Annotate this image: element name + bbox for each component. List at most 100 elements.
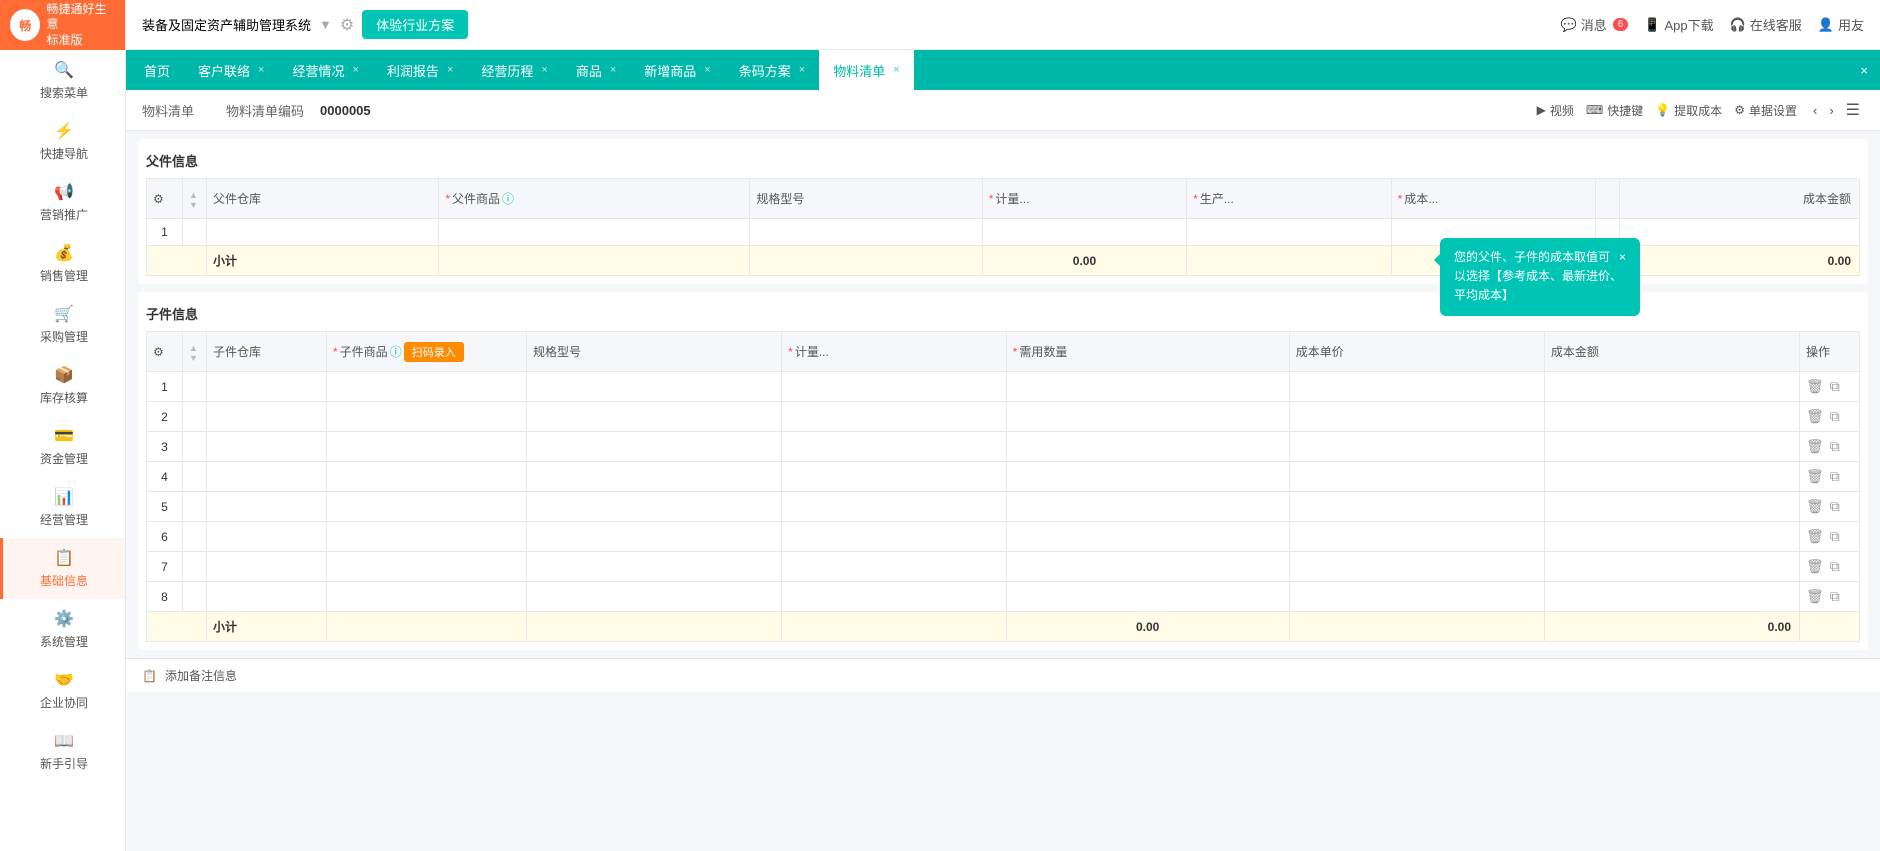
child-row-qty[interactable]: [1006, 492, 1289, 522]
child-row-unit[interactable]: [782, 492, 1007, 522]
tab-history[interactable]: 经营历程 ×: [467, 50, 561, 90]
copy-row-button[interactable]: ⧉: [1830, 468, 1840, 485]
breadcrumb-bom[interactable]: 物料清单: [142, 101, 194, 120]
gear-settings-icon[interactable]: ⚙: [153, 192, 164, 206]
child-row-spec[interactable]: [527, 372, 782, 402]
sidebar-item-purchase[interactable]: 🛒 采购管理: [0, 294, 125, 355]
tab-goods[interactable]: 商品 ×: [562, 50, 630, 90]
tab-home[interactable]: 首页: [130, 50, 184, 90]
child-row-unit-price[interactable]: [1289, 552, 1544, 582]
page-list-button[interactable]: ☰: [1842, 98, 1864, 122]
child-row-product[interactable]: [327, 372, 527, 402]
tab-goods-close[interactable]: ×: [610, 64, 616, 76]
child-row-product[interactable]: [327, 552, 527, 582]
delete-row-button[interactable]: 🗑: [1806, 558, 1824, 575]
child-row-unit[interactable]: [782, 402, 1007, 432]
settings-icon[interactable]: ⚙: [340, 15, 354, 35]
trial-button[interactable]: 体验行业方案: [362, 10, 468, 39]
tab-customer[interactable]: 客户联络 ×: [184, 50, 278, 90]
sidebar-item-guide[interactable]: 📖 新手引导: [0, 721, 125, 782]
page-next-button[interactable]: ›: [1825, 101, 1837, 120]
online-service-button[interactable]: 🎧 在线客服: [1730, 15, 1802, 34]
sidebar-item-system[interactable]: ⚙️ 系统管理: [0, 599, 125, 660]
child-row-product[interactable]: [327, 522, 527, 552]
child-row-spec[interactable]: [527, 462, 782, 492]
sidebar-item-marketing[interactable]: 📢 营销推广: [0, 172, 125, 233]
child-row-qty[interactable]: [1006, 522, 1289, 552]
tab-profit[interactable]: 利润报告 ×: [373, 50, 467, 90]
tab-history-close[interactable]: ×: [541, 64, 547, 76]
copy-row-button[interactable]: ⧉: [1830, 438, 1840, 455]
parent-row-product[interactable]: [439, 219, 750, 246]
child-row-unit-price[interactable]: [1289, 462, 1544, 492]
delete-row-button[interactable]: 🗑: [1806, 498, 1824, 515]
child-row-warehouse[interactable]: [207, 432, 327, 462]
copy-row-button[interactable]: ⧉: [1830, 408, 1840, 425]
child-row-warehouse[interactable]: [207, 582, 327, 612]
child-row-spec[interactable]: [527, 552, 782, 582]
child-row-product[interactable]: [327, 462, 527, 492]
copy-row-button[interactable]: ⧉: [1830, 528, 1840, 545]
child-row-qty[interactable]: [1006, 462, 1289, 492]
child-row-qty[interactable]: [1006, 582, 1289, 612]
child-row-warehouse[interactable]: [207, 522, 327, 552]
child-row-unit[interactable]: [782, 462, 1007, 492]
sidebar-item-basic[interactable]: 📋 基础信息: [0, 538, 125, 599]
tab-newgoods[interactable]: 新增商品 ×: [630, 50, 724, 90]
child-row-qty[interactable]: [1006, 402, 1289, 432]
tab-profit-close[interactable]: ×: [447, 64, 453, 76]
doc-settings-button[interactable]: ⚙ 单据设置: [1734, 102, 1797, 119]
sidebar-item-sales[interactable]: 💰 销售管理: [0, 233, 125, 294]
child-row-unit-price[interactable]: [1289, 432, 1544, 462]
child-row-spec[interactable]: [527, 432, 782, 462]
child-row-unit[interactable]: [782, 522, 1007, 552]
child-row-product[interactable]: [327, 582, 527, 612]
child-row-unit-price[interactable]: [1289, 582, 1544, 612]
child-row-unit-price[interactable]: [1289, 402, 1544, 432]
close-tab-button[interactable]: ×: [1852, 63, 1876, 78]
copy-row-button[interactable]: ⧉: [1830, 558, 1840, 575]
child-row-spec[interactable]: [527, 402, 782, 432]
tab-barcode[interactable]: 条码方案 ×: [725, 50, 819, 90]
parent-row-unit[interactable]: [982, 219, 1186, 246]
child-row-unit[interactable]: [782, 582, 1007, 612]
child-row-product[interactable]: [327, 492, 527, 522]
child-row-qty[interactable]: [1006, 372, 1289, 402]
child-row-warehouse[interactable]: [207, 552, 327, 582]
child-row-unit[interactable]: [782, 552, 1007, 582]
delete-row-button[interactable]: 🗑: [1806, 468, 1824, 485]
child-row-warehouse[interactable]: [207, 372, 327, 402]
sidebar-item-quicknav[interactable]: ⚡ 快捷导航: [0, 111, 125, 172]
child-row-qty[interactable]: [1006, 432, 1289, 462]
parent-row-spec[interactable]: [750, 219, 982, 246]
page-prev-button[interactable]: ‹: [1809, 101, 1821, 120]
tab-bom-close[interactable]: ×: [893, 64, 899, 76]
tab-customer-close[interactable]: ×: [258, 64, 264, 76]
child-row-unit-price[interactable]: [1289, 492, 1544, 522]
tab-newgoods-close[interactable]: ×: [704, 64, 710, 76]
child-row-qty[interactable]: [1006, 552, 1289, 582]
copy-row-button[interactable]: ⧉: [1830, 588, 1840, 605]
message-button[interactable]: 💬 消息 6: [1561, 15, 1629, 34]
child-row-unit-price[interactable]: [1289, 372, 1544, 402]
app-download-button[interactable]: 📱 App下载: [1644, 15, 1713, 34]
child-row-product[interactable]: [327, 402, 527, 432]
delete-row-button[interactable]: 🗑: [1806, 408, 1824, 425]
parent-row-produce[interactable]: [1187, 219, 1391, 246]
tab-bom[interactable]: 物料清单 ×: [819, 50, 913, 90]
sidebar-item-finance[interactable]: 💳 资金管理: [0, 416, 125, 477]
sidebar-item-enterprise[interactable]: 🤝 企业协同: [0, 660, 125, 721]
sidebar-item-inventory[interactable]: 📦 库存核算: [0, 355, 125, 416]
copy-row-button[interactable]: ⧉: [1830, 378, 1840, 395]
note-text[interactable]: 添加备注信息: [165, 667, 237, 684]
child-row-unit[interactable]: [782, 432, 1007, 462]
sidebar-item-search[interactable]: 🔍 搜索菜单: [0, 50, 125, 111]
scan-input-button[interactable]: 扫码录入: [404, 342, 464, 362]
delete-row-button[interactable]: 🗑: [1806, 378, 1824, 395]
delete-row-button[interactable]: 🗑: [1806, 528, 1824, 545]
delete-row-button[interactable]: 🗑: [1806, 588, 1824, 605]
parent-row-warehouse[interactable]: [207, 219, 439, 246]
child-row-warehouse[interactable]: [207, 402, 327, 432]
tab-barcode-close[interactable]: ×: [799, 64, 805, 76]
copy-row-button[interactable]: ⧉: [1830, 498, 1840, 515]
